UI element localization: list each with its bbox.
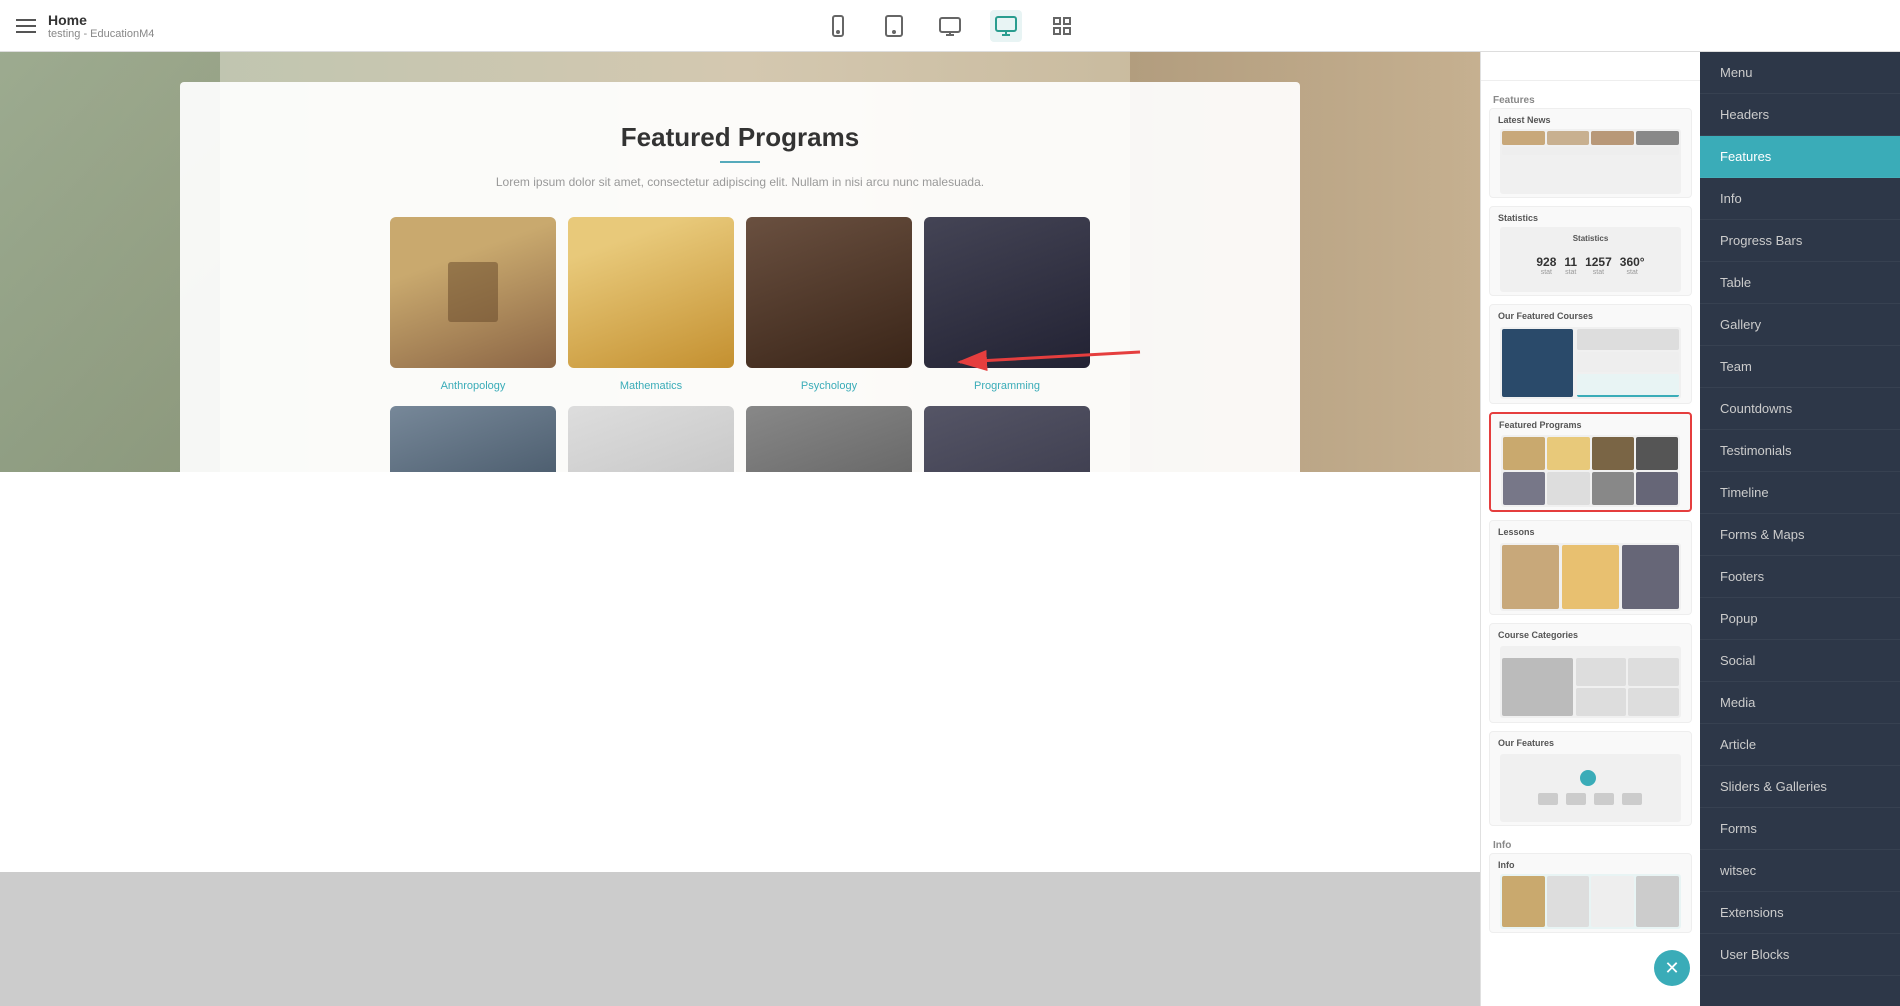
layout-icon[interactable]: [1046, 10, 1078, 42]
lessons-title: Lessons: [1498, 527, 1535, 537]
desktop-icon[interactable]: [990, 10, 1022, 42]
course-categories-title: Course Categories: [1498, 630, 1578, 640]
program-item: Economics: [568, 406, 734, 472]
programming-image: [924, 217, 1090, 368]
canvas-area: Featured Programs Lorem ipsum dolor sit …: [0, 52, 1480, 1006]
nav-item-popup[interactable]: Popup: [1700, 598, 1900, 640]
program-item: Copywriting: [390, 406, 556, 472]
sub-label: testing - EducationM4: [48, 28, 154, 40]
statistics-preview: Statistics 928 stat 11 stat 1257 stat: [1500, 227, 1681, 292]
block-panel-header: [1481, 52, 1700, 81]
program-item: Anthropology: [390, 217, 556, 394]
close-button[interactable]: ✕: [1654, 950, 1690, 986]
nav-item-testimonials[interactable]: Testimonials: [1700, 430, 1900, 472]
info-preview: [1500, 874, 1681, 929]
mathematics-image: [568, 217, 734, 368]
nav-item-media[interactable]: Media: [1700, 682, 1900, 724]
featured-courses-preview: [1500, 327, 1681, 399]
latest-news-preview: [1500, 129, 1681, 194]
nav-item-forms-maps[interactable]: Forms & Maps: [1700, 514, 1900, 556]
latest-news-title: Latest News: [1498, 115, 1551, 125]
nav-item-sliders-galleries[interactable]: Sliders & Galleries: [1700, 766, 1900, 808]
section-divider: [720, 161, 760, 163]
section-title: Featured Programs: [200, 122, 1280, 153]
canvas-bottom: [0, 472, 1480, 872]
section-subtitle: Lorem ipsum dolor sit amet, consectetur …: [200, 175, 1280, 189]
design-image: [924, 406, 1090, 472]
mathematics-label: Mathematics: [620, 380, 682, 392]
featured-courses-thumbnail[interactable]: Our Featured Courses: [1489, 304, 1692, 404]
nav-item-headers[interactable]: Headers: [1700, 94, 1900, 136]
mobile-device-icon[interactable]: [822, 10, 854, 42]
nav-item-extensions[interactable]: Extensions: [1700, 892, 1900, 934]
featured-programs-preview: [1501, 435, 1680, 507]
nav-item-gallery[interactable]: Gallery: [1700, 304, 1900, 346]
program-item: Programming: [924, 217, 1090, 394]
nav-item-article[interactable]: Article: [1700, 724, 1900, 766]
latest-news-thumbnail[interactable]: Latest News: [1489, 108, 1692, 198]
info-title: Info: [1498, 860, 1515, 870]
psychology-label: Psychology: [801, 380, 857, 392]
nav-item-user-blocks[interactable]: User Blocks: [1700, 934, 1900, 976]
page-title-block: Home testing - EducationM4: [48, 12, 154, 40]
info-section-label: Info: [1489, 834, 1692, 853]
our-features-thumbnail[interactable]: Our Features: [1489, 731, 1692, 826]
our-features-title: Our Features: [1498, 738, 1554, 748]
nav-item-menu[interactable]: Menu: [1700, 52, 1900, 94]
nav-item-social[interactable]: Social: [1700, 640, 1900, 682]
statistics-thumbnail[interactable]: Statistics Statistics 928 stat 11 stat: [1489, 206, 1692, 296]
our-features-preview: [1500, 754, 1681, 822]
main-layout: Featured Programs Lorem ipsum dolor sit …: [0, 52, 1900, 1006]
featured-programs-title: Featured Programs: [1499, 420, 1582, 430]
tablet-device-icon[interactable]: [878, 10, 910, 42]
anthropology-label: Anthropology: [441, 380, 506, 392]
nav-item-features[interactable]: Features: [1700, 136, 1900, 178]
nav-item-timeline[interactable]: Timeline: [1700, 472, 1900, 514]
block-panel: Features Latest News Statisti: [1480, 52, 1700, 1006]
nav-item-forms[interactable]: Forms: [1700, 808, 1900, 850]
course-categories-preview: [1500, 646, 1681, 718]
nav-item-countdowns[interactable]: Countdowns: [1700, 388, 1900, 430]
home-label: Home: [48, 12, 154, 28]
program-item: Psychology: [746, 217, 912, 394]
small-desktop-icon[interactable]: [934, 10, 966, 42]
nav-item-witsec[interactable]: witsec: [1700, 850, 1900, 892]
programs-grid: Anthropology Mathematics Psychology: [390, 217, 1090, 472]
statistics-title: Statistics: [1498, 213, 1538, 223]
anthropology-image: [390, 217, 556, 368]
featured-programs-section: Featured Programs Lorem ipsum dolor sit …: [180, 82, 1300, 472]
nav-item-team[interactable]: Team: [1700, 346, 1900, 388]
thumbnail-arrow: [1690, 450, 1692, 475]
lessons-preview: [1500, 543, 1681, 611]
nav-item-progress-bars[interactable]: Progress Bars: [1700, 220, 1900, 262]
hamburger-menu-icon[interactable]: [16, 19, 36, 33]
featured-courses-title: Our Featured Courses: [1498, 311, 1593, 321]
right-nav: Menu Headers Features Info Progress Bars…: [1700, 52, 1900, 1006]
info-thumbnail[interactable]: Info: [1489, 853, 1692, 933]
program-item: Design: [924, 406, 1090, 472]
features-section-label: Features: [1489, 89, 1692, 108]
device-switcher: [822, 10, 1078, 42]
nav-item-footers[interactable]: Footers: [1700, 556, 1900, 598]
topbar: Home testing - EducationM4: [0, 0, 1900, 52]
programming-label: Programming: [974, 380, 1040, 392]
physics-image: [746, 406, 912, 472]
block-panel-content[interactable]: Features Latest News Statisti: [1481, 81, 1700, 1006]
nav-item-info[interactable]: Info: [1700, 178, 1900, 220]
program-item: Physics: [746, 406, 912, 472]
program-item: Mathematics: [568, 217, 734, 394]
nav-item-table[interactable]: Table: [1700, 262, 1900, 304]
course-categories-thumbnail[interactable]: Course Categories: [1489, 623, 1692, 723]
psychology-image: [746, 217, 912, 368]
lessons-thumbnail[interactable]: Lessons: [1489, 520, 1692, 615]
copywriting-image: [390, 406, 556, 472]
economics-image: [568, 406, 734, 472]
featured-programs-thumbnail[interactable]: Featured Programs: [1489, 412, 1692, 512]
